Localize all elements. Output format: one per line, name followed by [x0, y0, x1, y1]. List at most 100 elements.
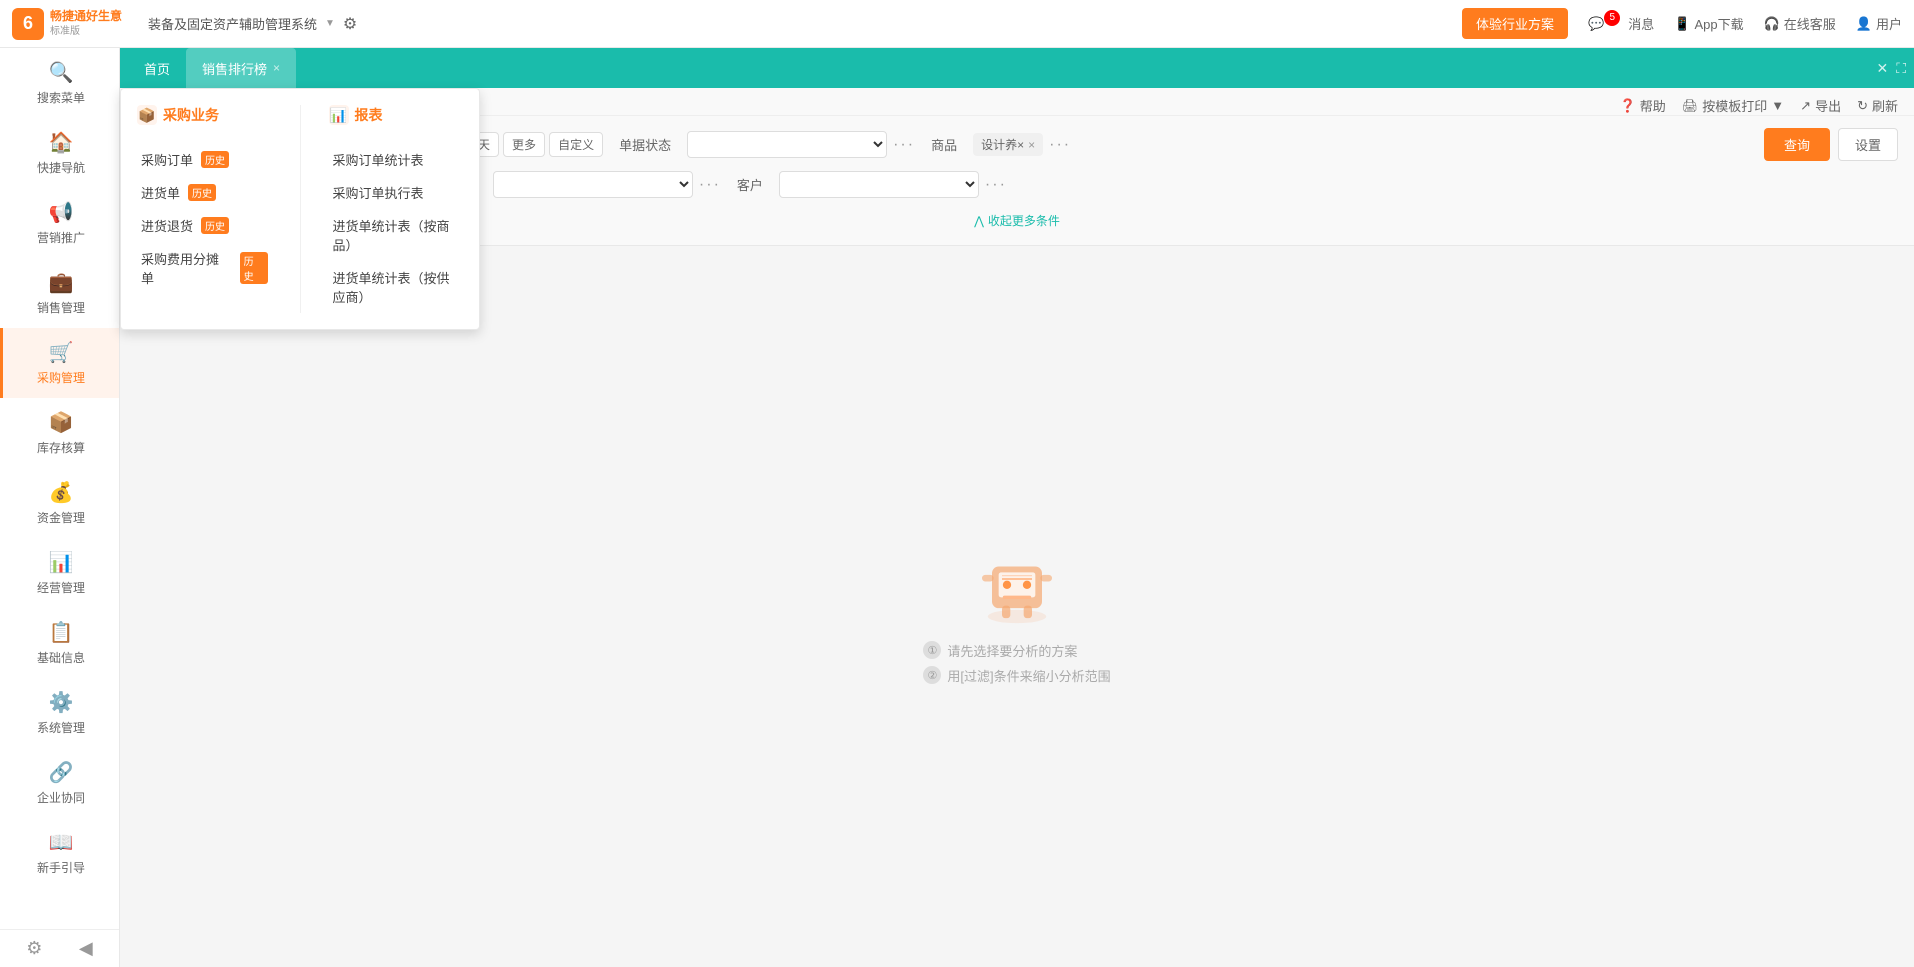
headset-icon: 🎧 [1764, 16, 1780, 32]
sidebar-item-system[interactable]: ⚙️ 系统管理 [0, 678, 119, 748]
goods-tag-close[interactable]: × [1028, 138, 1035, 152]
menu-item-purchase-order-label: 采购订单 [141, 150, 193, 169]
menu-item-cost-alloc[interactable]: 采购费用分摊单 历史 [137, 242, 272, 294]
online-service-group[interactable]: 🎧 在线客服 [1764, 14, 1836, 33]
online-service-label: 在线客服 [1784, 14, 1836, 33]
hint-text-2: 用[过滤]条件来缩小分析范围 [947, 666, 1110, 685]
purchase-col-title: 📦 采购业务 [137, 105, 272, 131]
sidebar-item-operation[interactable]: 📊 经营管理 [0, 538, 119, 608]
tab-close-btn[interactable]: × [273, 61, 280, 75]
empty-hint-1: ① 请先选择要分析的方案 [923, 641, 1110, 660]
basic-icon: 📋 [49, 620, 74, 645]
history-badge-cost-alloc: 历史 [240, 252, 268, 284]
menu-item-receipt-label: 进货单 [141, 183, 180, 202]
tab-sales-rank[interactable]: 销售排行榜 × [186, 48, 296, 88]
purchase-dropdown-menu: 📦 采购业务 采购订单 历史 进货单 历史 进货退货 历史 采购费用分摊单 历史 [120, 88, 480, 330]
sidebar-item-finance[interactable]: 💰 资金管理 [0, 468, 119, 538]
export-btn[interactable]: ↗ 导出 [1800, 96, 1841, 115]
enterprise-icon: 🔗 [49, 760, 74, 785]
sidebar-label-sales: 销售管理 [37, 299, 85, 316]
menu-item-po-stat[interactable]: 采购订单统计表 [329, 143, 464, 176]
sidebar-label-system: 系统管理 [37, 719, 85, 736]
system-dropdown-arrow[interactable]: ▼ [325, 18, 335, 29]
sidebar-label-purchase: 采购管理 [37, 369, 85, 386]
query-btn[interactable]: 查询 [1764, 128, 1830, 161]
menu-item-return-label: 进货退货 [141, 216, 193, 235]
status-select-group: ··· [687, 131, 915, 158]
menu-item-receipt-stat-goods[interactable]: 进货单统计表（按商品） [329, 209, 464, 261]
sidebar-label-guide: 新手引导 [37, 859, 85, 876]
sidebar-item-marketing[interactable]: 📢 营销推广 [0, 188, 119, 258]
menu-item-receipt-stat-supplier[interactable]: 进货单统计表（按供应商） [329, 261, 464, 313]
logo-sub: 标准版 [50, 25, 122, 38]
refresh-label: 刷新 [1872, 96, 1898, 115]
top-header: 6 畅捷通好生意 标准版 装备及固定资产辅助管理系统 ▼ ⚙ 体验行业方案 💬 … [0, 0, 1914, 48]
salesperson-group: ··· [493, 171, 721, 198]
salesperson-more-dots[interactable]: ··· [699, 176, 721, 194]
guide-icon: 📖 [49, 830, 74, 855]
date-more-btn[interactable]: 更多 [503, 132, 545, 157]
customer-group: ··· [779, 171, 1007, 198]
tab-close-window-icon[interactable]: ✕ [1876, 60, 1888, 77]
sidebar-label-inventory: 库存核算 [37, 439, 85, 456]
tab-maximize-icon[interactable]: ⛶ [1896, 60, 1906, 77]
message-group[interactable]: 💬 5 消息 [1588, 14, 1654, 33]
report-col-title: 📊 报表 [329, 105, 464, 131]
status-label: 单据状态 [619, 135, 671, 154]
menu-item-cost-alloc-label: 采购费用分摊单 [141, 249, 232, 287]
sidebar-item-enterprise[interactable]: 🔗 企业协同 [0, 748, 119, 818]
empty-hints: ① 请先选择要分析的方案 ② 用[过滤]条件来缩小分析范围 [923, 641, 1110, 685]
phone-icon: 📱 [1674, 16, 1690, 32]
finance-icon: 💰 [49, 480, 74, 505]
search-icon: 🔍 [49, 60, 74, 85]
user-group[interactable]: 👤 用户 [1856, 14, 1902, 33]
status-select[interactable] [687, 131, 887, 158]
sidebar-item-guide[interactable]: 📖 新手引导 [0, 818, 119, 888]
sidebar-item-purchase[interactable]: 🛒 采购管理 [0, 328, 119, 398]
menu-item-receipt[interactable]: 进货单 历史 [137, 176, 272, 209]
message-icon: 💬 [1588, 16, 1604, 32]
goods-tag-text: 设计养× [981, 136, 1024, 153]
status-more-dots[interactable]: ··· [893, 136, 915, 154]
menu-item-po-exec[interactable]: 采购订单执行表 [329, 176, 464, 209]
sidebar-item-sales[interactable]: 💼 销售管理 [0, 258, 119, 328]
salesperson-select[interactable] [493, 171, 693, 198]
empty-illustration [967, 529, 1067, 629]
purchase-icon: 🛒 [49, 340, 74, 365]
print-label: 按模板打印 [1702, 96, 1767, 115]
refresh-btn[interactable]: ↻ 刷新 [1857, 96, 1898, 115]
tab-home[interactable]: 首页 [128, 48, 186, 88]
goods-label: 商品 [931, 135, 957, 154]
sidebar-item-search[interactable]: 🔍 搜索菜单 [0, 48, 119, 118]
print-template-btn[interactable]: 🖨 按模板打印 ▼ [1682, 96, 1784, 115]
settings-btn[interactable]: 设置 [1838, 128, 1898, 161]
goods-more-dots[interactable]: ··· [1049, 136, 1071, 154]
industry-btn[interactable]: 体验行业方案 [1462, 8, 1568, 39]
print-dropdown-icon: ▼ [1771, 98, 1784, 113]
hint-num-2: ② [923, 666, 941, 684]
user-avatar-icon: 👤 [1856, 16, 1872, 32]
customer-select[interactable] [779, 171, 979, 198]
sidebar-label-finance: 资金管理 [37, 509, 85, 526]
sidebar-item-quick[interactable]: 🏠 快捷导航 [0, 118, 119, 188]
date-custom-btn[interactable]: 自定义 [549, 132, 603, 157]
sidebar-item-inventory[interactable]: 📦 库存核算 [0, 398, 119, 468]
hint-num-1: ① [923, 641, 941, 659]
menu-item-po-stat-label: 采购订单统计表 [333, 150, 424, 169]
menu-item-purchase-order[interactable]: 采购订单 历史 [137, 143, 272, 176]
sidebar-settings-btn[interactable]: ⚙ [26, 938, 42, 959]
app-download-group[interactable]: 📱 App下载 [1674, 14, 1743, 33]
menu-item-receipt-stat-supplier-label: 进货单统计表（按供应商） [333, 268, 460, 306]
message-label: 消息 [1628, 14, 1654, 33]
sidebar-label-enterprise: 企业协同 [37, 789, 85, 806]
customer-more-dots[interactable]: ··· [985, 176, 1007, 194]
dropdown-divider [300, 105, 301, 313]
sidebar-collapse-btn[interactable]: ◀ [79, 938, 93, 959]
menu-item-return[interactable]: 进货退货 历史 [137, 209, 272, 242]
system-settings-icon[interactable]: ⚙ [343, 14, 363, 34]
system-title-text: 装备及固定资产辅助管理系统 [148, 14, 317, 33]
sidebar-item-basic[interactable]: 📋 基础信息 [0, 608, 119, 678]
purchase-col: 📦 采购业务 采购订单 历史 进货单 历史 进货退货 历史 采购费用分摊单 历史 [137, 105, 272, 313]
help-btn[interactable]: ❓ 帮助 [1620, 96, 1666, 115]
sidebar-bottom: ⚙ ◀ [0, 929, 119, 967]
